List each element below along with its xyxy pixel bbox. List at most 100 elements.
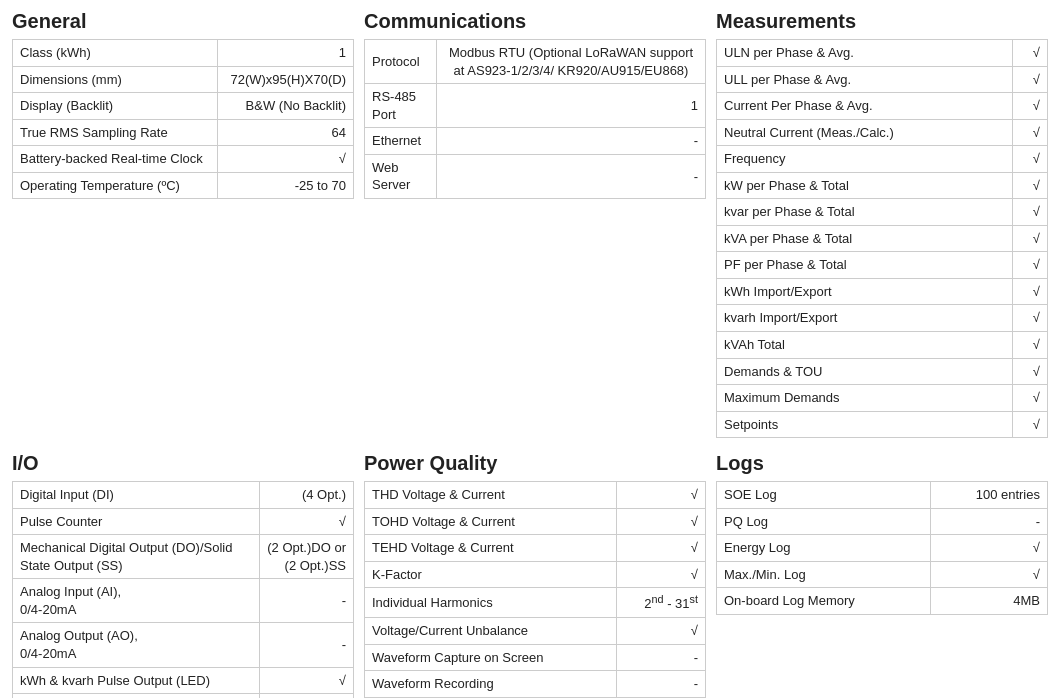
- table-row: TEHD Voltage & Current√: [365, 535, 706, 562]
- table-row: ProtocolModbus RTU (Optional LoRaWAN sup…: [365, 40, 706, 84]
- row-value: √: [1012, 172, 1047, 199]
- row-label: Analog Output (AO), 0/4-20mA: [13, 623, 260, 667]
- row-value: √: [1012, 146, 1047, 173]
- io-table: Digital Input (DI)(4 Opt.)Pulse Counter√…: [12, 481, 354, 698]
- row-value: -: [616, 671, 705, 698]
- row-value: √: [1012, 278, 1047, 305]
- table-row: kW per Phase & Total√: [717, 172, 1048, 199]
- row-value: -: [436, 154, 705, 198]
- row-label: Operating Temperature (ºC): [13, 172, 218, 199]
- row-label: kVAh Total: [717, 332, 1013, 359]
- io-title: I/O: [12, 452, 354, 475]
- row-value: 2: [260, 694, 354, 698]
- io-section: I/O Digital Input (DI)(4 Opt.)Pulse Coun…: [12, 452, 354, 698]
- row-label: Frequency: [717, 146, 1013, 173]
- row-label: PF per Phase & Total: [717, 252, 1013, 279]
- communications-title: Communications: [364, 10, 706, 33]
- communications-section: Communications ProtocolModbus RTU (Optio…: [364, 10, 706, 438]
- row-label: True RMS Sampling Rate: [13, 119, 218, 146]
- table-row: Current Per Phase & Avg.√: [717, 93, 1048, 120]
- row-label: kvar per Phase & Total: [717, 199, 1013, 226]
- table-row: RS-485 Port1: [365, 84, 706, 128]
- row-label: kWh & kvarh Pulse Output: [13, 694, 260, 698]
- table-row: Dimensions (mm)72(W)x95(H)X70(D): [13, 66, 354, 93]
- row-value: √: [1012, 385, 1047, 412]
- logs-title: Logs: [716, 452, 1048, 475]
- row-label: Ethernet: [365, 128, 437, 155]
- row-label: Neutral Current (Meas./Calc.): [717, 119, 1013, 146]
- table-row: Operating Temperature (ºC)-25 to 70: [13, 172, 354, 199]
- table-row: kWh Import/Export√: [717, 278, 1048, 305]
- power-quality-table: THD Voltage & Current√TOHD Voltage & Cur…: [364, 481, 706, 698]
- row-label: Mechanical Digital Output (DO)/Solid Sta…: [13, 535, 260, 579]
- row-value: -: [616, 644, 705, 671]
- table-row: Mechanical Digital Output (DO)/Solid Sta…: [13, 535, 354, 579]
- row-value: -: [436, 128, 705, 155]
- row-value: 1: [218, 40, 354, 67]
- row-value: √: [616, 561, 705, 588]
- table-row: Analog Output (AO), 0/4-20mA-: [13, 623, 354, 667]
- table-row: kVAh Total√: [717, 332, 1048, 359]
- row-label: Voltage/Current Unbalance: [365, 618, 617, 645]
- row-value: (4 Opt.): [260, 482, 354, 509]
- table-row: Waveform Recording-: [365, 671, 706, 698]
- row-value: √: [1012, 119, 1047, 146]
- row-value: -: [260, 579, 354, 623]
- table-row: TOHD Voltage & Current√: [365, 508, 706, 535]
- row-value: 100 entries: [931, 482, 1048, 509]
- row-label: Analog Input (AI), 0/4-20mA: [13, 579, 260, 623]
- protocol-value: Modbus RTU (Optional LoRaWAN support at …: [436, 40, 705, 84]
- measurements-title: Measurements: [716, 10, 1048, 33]
- row-value: 1: [436, 84, 705, 128]
- row-value: √: [218, 146, 354, 173]
- table-row: Maximum Demands√: [717, 385, 1048, 412]
- row-value: √: [1012, 225, 1047, 252]
- table-row: kVA per Phase & Total√: [717, 225, 1048, 252]
- table-row: kvarh Import/Export√: [717, 305, 1048, 332]
- table-row: Digital Input (DI)(4 Opt.): [13, 482, 354, 509]
- table-row: THD Voltage & Current√: [365, 482, 706, 509]
- row-value: √: [1012, 40, 1047, 67]
- row-value: √: [1012, 252, 1047, 279]
- row-label: Energy Log: [717, 535, 931, 562]
- table-row: Analog Input (AI), 0/4-20mA-: [13, 579, 354, 623]
- measurements-section: Measurements ULN per Phase & Avg.√ULL pe…: [716, 10, 1048, 438]
- row-label: Maximum Demands: [717, 385, 1013, 412]
- table-row: Setpoints√: [717, 411, 1048, 438]
- row-label: On-board Log Memory: [717, 588, 931, 615]
- row-value: √: [1012, 199, 1047, 226]
- row-value: √: [616, 482, 705, 509]
- row-value: B&W (No Backlit): [218, 93, 354, 120]
- row-label: Waveform Recording: [365, 671, 617, 698]
- table-row: Individual Harmonics2nd - 31st: [365, 588, 706, 618]
- table-row: Web Server-: [365, 154, 706, 198]
- table-row: Battery-backed Real-time Clock√: [13, 146, 354, 173]
- row-value: 72(W)x95(H)X70(D): [218, 66, 354, 93]
- row-value: √: [1012, 93, 1047, 120]
- row-value: -25 to 70: [218, 172, 354, 199]
- row-value: √: [931, 561, 1048, 588]
- general-table: Class (kWh)1Dimensions (mm)72(W)x95(H)X7…: [12, 39, 354, 199]
- table-row: Voltage/Current Unbalance√: [365, 618, 706, 645]
- row-value: √: [1012, 358, 1047, 385]
- table-row: Ethernet-: [365, 128, 706, 155]
- table-row: Class (kWh)1: [13, 40, 354, 67]
- general-title: General: [12, 10, 354, 33]
- table-row: kvar per Phase & Total√: [717, 199, 1048, 226]
- row-label: kWh Import/Export: [717, 278, 1013, 305]
- table-row: Pulse Counter√: [13, 508, 354, 535]
- logs-table: SOE Log100 entriesPQ Log-Energy Log√Max.…: [716, 481, 1048, 615]
- row-label: Pulse Counter: [13, 508, 260, 535]
- table-row: Frequency√: [717, 146, 1048, 173]
- row-label: RS-485 Port: [365, 84, 437, 128]
- row-value: √: [1012, 305, 1047, 332]
- row-value: (2 Opt.)DO or (2 Opt.)SS: [260, 535, 354, 579]
- row-value: 4MB: [931, 588, 1048, 615]
- table-row: PF per Phase & Total√: [717, 252, 1048, 279]
- row-label: kW per Phase & Total: [717, 172, 1013, 199]
- row-label: Setpoints: [717, 411, 1013, 438]
- row-value: √: [1012, 332, 1047, 359]
- row-label: Battery-backed Real-time Clock: [13, 146, 218, 173]
- row-value: 2nd - 31st: [616, 588, 705, 618]
- row-label: Dimensions (mm): [13, 66, 218, 93]
